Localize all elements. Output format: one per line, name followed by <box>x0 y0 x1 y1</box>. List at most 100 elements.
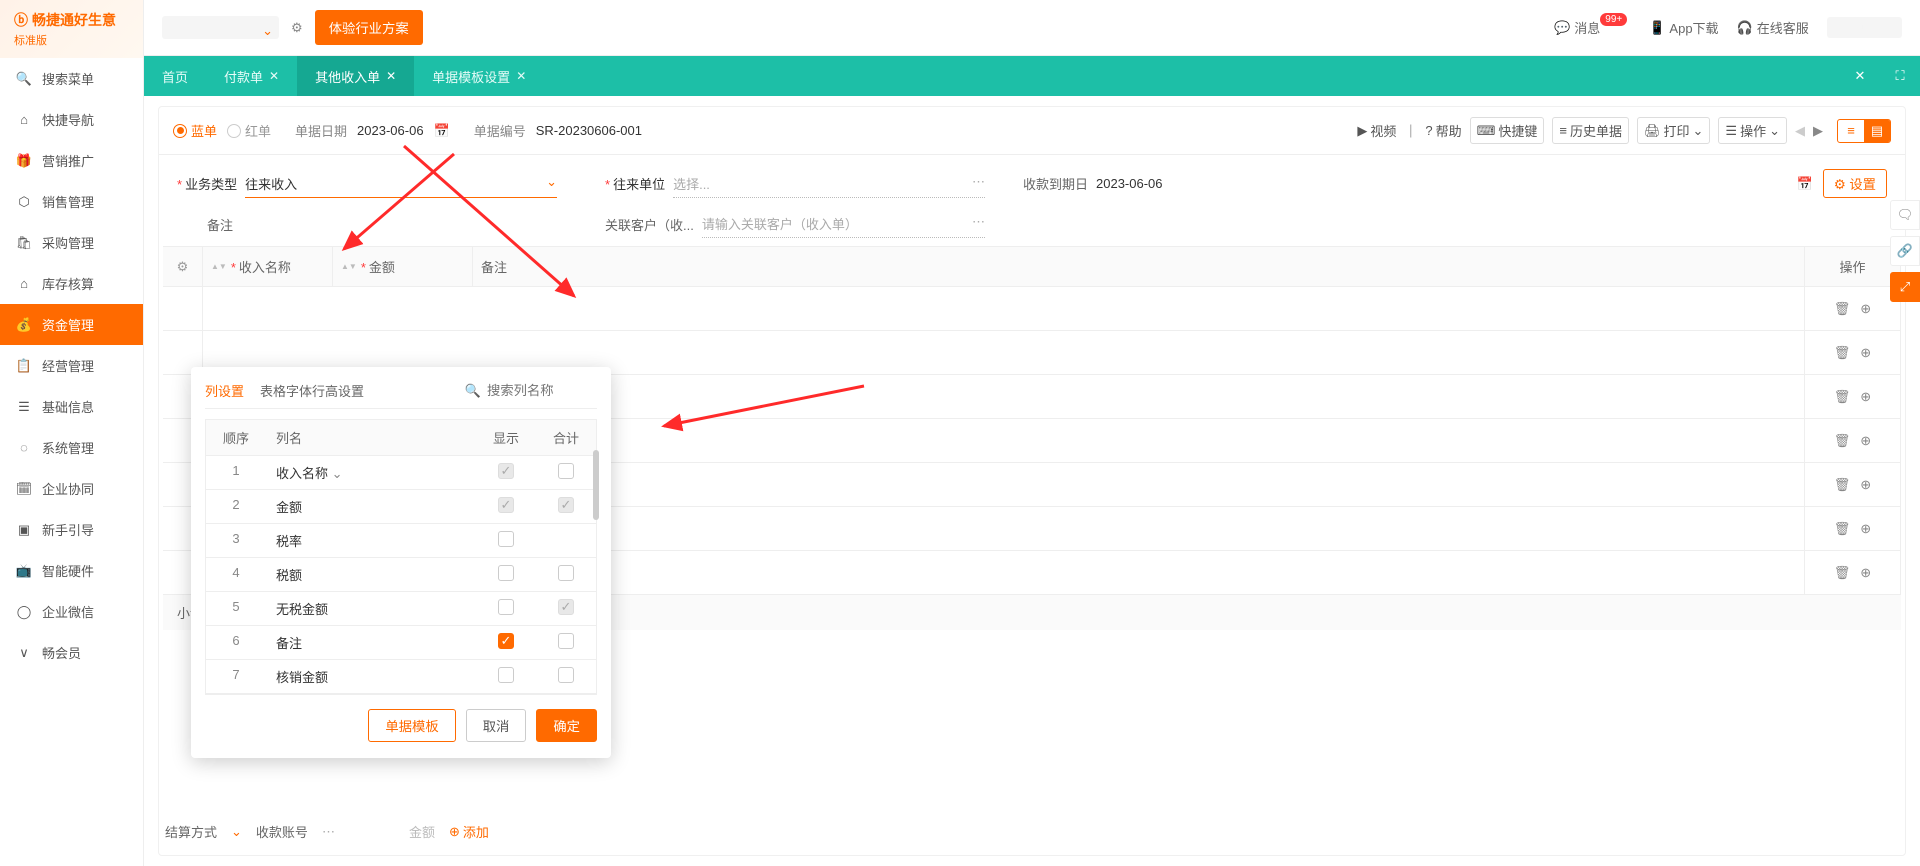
print-btn[interactable]: 🖨打印⌄ <box>1637 117 1710 144</box>
message-link[interactable]: 💬消息99+ <box>1554 18 1631 37</box>
popup-row[interactable]: 1收入名称 ⌄✓ <box>206 456 596 490</box>
copy-icon[interactable]: ⊕ <box>1860 477 1871 493</box>
copy-icon[interactable]: ⊕ <box>1860 389 1871 405</box>
tab[interactable]: 首页 <box>144 56 206 96</box>
checkbox[interactable]: ✓ <box>498 463 514 479</box>
sidebar-item[interactable]: ◯企业微信 <box>0 591 143 632</box>
rel-customer-input[interactable]: 请输入关联客户（收入单）⋯ <box>702 210 985 238</box>
delete-icon[interactable]: 🗑 <box>1834 477 1851 493</box>
user-avatar[interactable]: u <box>1827 17 1902 38</box>
gear-column-icon[interactable]: ⚙ <box>163 247 203 286</box>
checkbox[interactable]: ✓ <box>558 497 574 513</box>
cancel-button[interactable]: 取消 <box>466 709 527 742</box>
delete-icon[interactable]: 🗑 <box>1834 521 1851 537</box>
gear-icon[interactable]: ⚙ <box>291 20 303 36</box>
tenant-selector[interactable]: hidden⌄ <box>162 16 279 39</box>
close-icon[interactable]: ✕ <box>386 69 396 83</box>
copy-icon[interactable]: ⊕ <box>1860 345 1871 361</box>
checkbox[interactable] <box>558 667 574 683</box>
confirm-button[interactable]: 确定 <box>536 709 597 742</box>
popup-search[interactable]: 🔍 <box>465 383 597 399</box>
sidebar-item[interactable]: ◌系统管理 <box>0 427 143 468</box>
checkbox[interactable]: ✓ <box>498 497 514 513</box>
rail-attach-icon[interactable]: 🔗 <box>1890 236 1920 266</box>
help-btn[interactable]: ?帮助 <box>1425 121 1461 140</box>
prev-btn[interactable]: ◀ <box>1795 123 1805 139</box>
checkbox[interactable] <box>498 667 514 683</box>
sidebar-item[interactable]: ⌂快捷导航 <box>0 99 143 140</box>
trial-button[interactable]: 体验行业方案 <box>315 10 423 45</box>
fullscreen-icon[interactable]: ⛶ <box>1880 56 1920 96</box>
sort-icon[interactable]: ▲▼ <box>211 263 227 270</box>
popup-row[interactable]: 4税额 <box>206 558 596 592</box>
checkbox[interactable]: ✓ <box>558 599 574 615</box>
delete-icon[interactable]: 🗑 <box>1834 433 1851 449</box>
add-link[interactable]: ⊕添加 <box>449 822 489 841</box>
sidebar-item[interactable]: ∨畅会员 <box>0 632 143 673</box>
sidebar-item[interactable]: ⬡销售管理 <box>0 181 143 222</box>
account-select[interactable]: ⋯ <box>322 824 335 840</box>
rail-note-icon[interactable]: 🗨 <box>1890 200 1920 230</box>
history-btn[interactable]: ≡历史单据 <box>1552 117 1629 144</box>
sidebar-item[interactable]: ⌂库存核算 <box>0 263 143 304</box>
party-select[interactable]: 选择...⋯ <box>673 170 985 198</box>
popup-scrollbar[interactable] <box>593 450 599 520</box>
remark-input[interactable] <box>241 220 557 228</box>
copy-icon[interactable]: ⊕ <box>1860 433 1871 449</box>
popup-row[interactable]: 7核销金额 <box>206 660 596 694</box>
checkbox[interactable]: ✓ <box>498 633 514 649</box>
close-icon[interactable]: ✕ <box>269 69 279 83</box>
popup-row[interactable]: 5无税金额✓ <box>206 592 596 626</box>
checkbox[interactable] <box>498 531 514 547</box>
checkbox[interactable] <box>558 565 574 581</box>
operate-btn[interactable]: ☰操作⌄ <box>1718 117 1787 144</box>
delete-icon[interactable]: 🗑 <box>1834 565 1851 581</box>
tab[interactable]: 其他收入单✕ <box>297 56 414 96</box>
close-icon[interactable]: ✕ <box>516 69 526 83</box>
rail-expand-icon[interactable]: ⤢ <box>1890 272 1920 302</box>
sidebar-item[interactable]: 🎁营销推广 <box>0 140 143 181</box>
settle-select[interactable]: ⌄ <box>231 824 242 840</box>
copy-icon[interactable]: ⊕ <box>1860 565 1871 581</box>
checkbox[interactable] <box>558 463 574 479</box>
template-button[interactable]: 单据模板 <box>368 709 455 742</box>
popup-row[interactable]: 2金额✓✓ <box>206 490 596 524</box>
settings-button[interactable]: ⚙ 设置 <box>1823 169 1887 198</box>
close-tab-icon[interactable]: ✕ <box>1840 56 1880 96</box>
popup-tab-columns[interactable]: 列设置 <box>205 381 244 400</box>
radio-blue[interactable]: 蓝单 <box>173 121 217 140</box>
biz-type-select[interactable]: 往来收入⌄ <box>245 170 557 198</box>
video-btn[interactable]: ▶视频 <box>1357 121 1396 140</box>
radio-red[interactable]: 红单 <box>227 121 271 140</box>
app-download[interactable]: 📱App下载 <box>1649 18 1718 37</box>
checkbox[interactable] <box>498 599 514 615</box>
shortcut-btn[interactable]: ⌨快捷键 <box>1470 117 1545 144</box>
copy-icon[interactable]: ⊕ <box>1860 301 1871 317</box>
sidebar-item[interactable]: 🗓企业协同 <box>0 468 143 509</box>
popup-row[interactable]: 6备注✓ <box>206 626 596 660</box>
popup-row[interactable]: 3税率 <box>206 524 596 558</box>
calendar-icon[interactable]: 📅 <box>1797 176 1813 192</box>
sort-icon[interactable]: ▲▼ <box>341 263 357 270</box>
tab[interactable]: 单据模板设置✕ <box>414 56 544 96</box>
online-service[interactable]: 🎧在线客服 <box>1737 18 1809 37</box>
delete-icon[interactable]: 🗑 <box>1834 301 1851 317</box>
checkbox[interactable] <box>558 633 574 649</box>
doc-date-value[interactable]: 2023-06-06 <box>357 123 424 138</box>
delete-icon[interactable]: 🗑 <box>1834 389 1851 405</box>
due-value[interactable]: 2023-06-06 <box>1096 176 1163 191</box>
table-row[interactable]: 🗑⊕ <box>163 287 1901 331</box>
sidebar-item[interactable]: 💰资金管理 <box>0 304 143 345</box>
delete-icon[interactable]: 🗑 <box>1834 345 1851 361</box>
copy-icon[interactable]: ⊕ <box>1860 521 1871 537</box>
sidebar-item[interactable]: 📺智能硬件 <box>0 550 143 591</box>
sidebar-item[interactable]: ☰基础信息 <box>0 386 143 427</box>
tab[interactable]: 付款单✕ <box>206 56 297 96</box>
calendar-icon[interactable]: 📅 <box>434 123 450 139</box>
sidebar-item[interactable]: 🔍搜索菜单 <box>0 58 143 99</box>
next-btn[interactable]: ▶ <box>1813 123 1823 139</box>
sidebar-item[interactable]: 📋经营管理 <box>0 345 143 386</box>
popup-tab-font[interactable]: 表格字体行高设置 <box>260 381 364 400</box>
view-switch[interactable]: ≡▤ <box>1837 119 1891 143</box>
sidebar-item[interactable]: ▣新手引导 <box>0 509 143 550</box>
